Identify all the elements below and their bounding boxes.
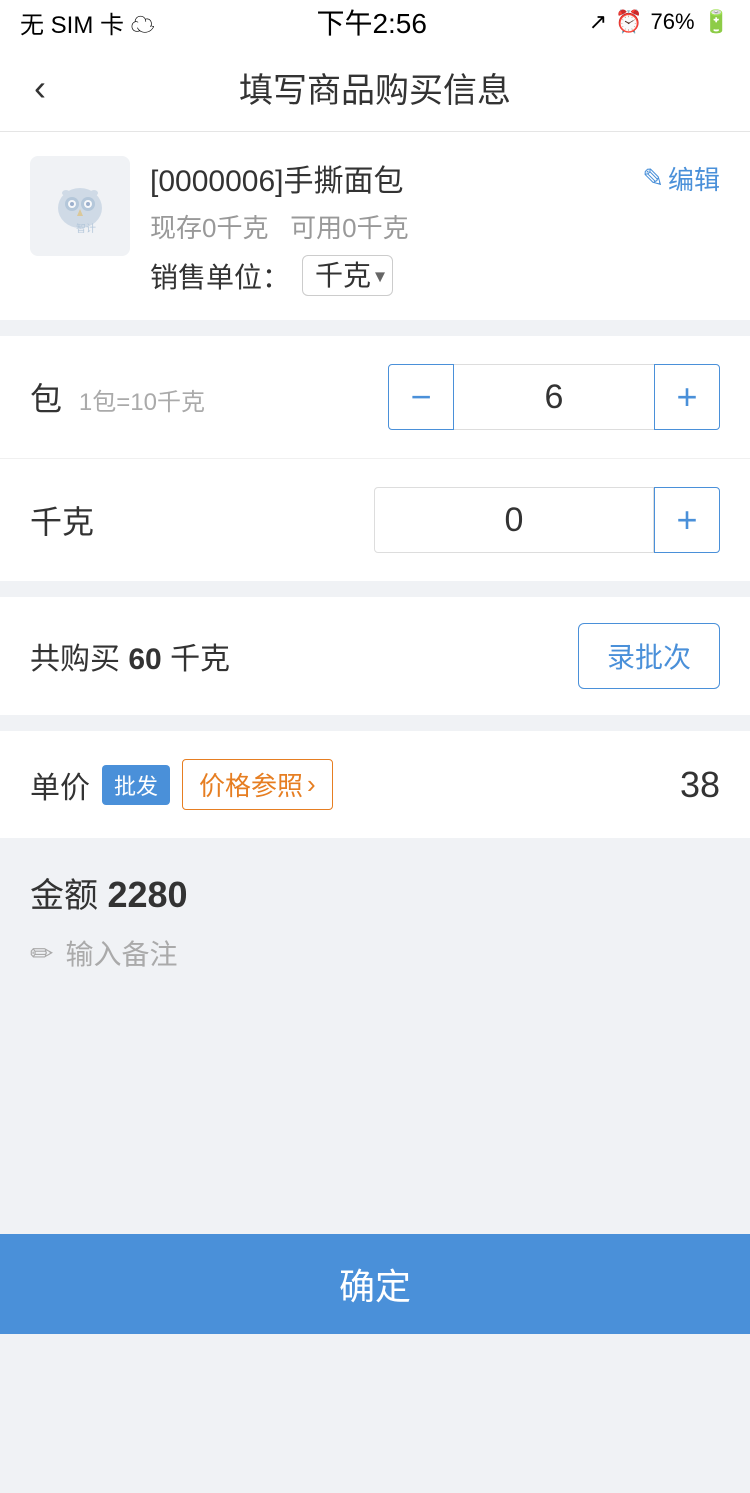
product-stock: 现存0千克 可用0千克: [150, 208, 720, 245]
edit-button[interactable]: ✎ 编辑: [642, 160, 720, 197]
pack-decrease-button[interactable]: −: [388, 364, 454, 430]
kg-row: 千克 +: [0, 459, 750, 581]
alarm-icon: ⏰: [615, 9, 642, 35]
remark-icon: ✏: [30, 937, 53, 970]
price-ref-button[interactable]: 价格参照 ›: [182, 759, 333, 810]
product-info: [0000006]手撕面包 ✎ 编辑 现存0千克 可用0千克 销售单位： 千克: [150, 156, 720, 296]
price-label: 单价: [30, 763, 90, 807]
summary-row: 共购买 60 千克 录批次: [0, 597, 750, 715]
pack-hint: 1包=10千克: [79, 389, 205, 416]
status-bar: 无 SIM 卡 ☁ 下午2:56 ↗ ⏰ 76% 🔋: [0, 0, 750, 44]
unit-label: 销售单位：: [150, 256, 290, 296]
kg-label: 千克: [30, 497, 374, 543]
pack-quantity-input[interactable]: [454, 364, 654, 430]
price-ref-arrow: ›: [307, 769, 316, 800]
status-time: 下午2:56: [316, 2, 427, 42]
product-unit-row: 销售单位： 千克: [150, 255, 720, 296]
battery-level: 76%: [651, 9, 695, 35]
amount-row: 金额 2280: [30, 868, 720, 917]
status-left: 无 SIM 卡 ☁: [20, 5, 155, 40]
page-title: 填写商品购买信息: [239, 63, 511, 112]
kg-quantity-input[interactable]: [374, 487, 654, 553]
product-image: 智计: [30, 156, 130, 256]
edit-icon: ✎: [642, 163, 664, 194]
price-tag: 批发: [102, 765, 170, 805]
summary-unit: 千克: [170, 643, 230, 676]
status-right: ↗ ⏰ 76% 🔋: [589, 9, 730, 35]
summary-text: 共购买 60 千克: [30, 634, 230, 678]
product-card: 智计 [0000006]手撕面包 ✎ 编辑 现存0千克 可用0千克 销售单位： …: [0, 132, 750, 320]
summary-amount: 60: [128, 643, 161, 676]
stock-label: 现存0千克: [150, 213, 268, 243]
nav-bar: ‹ 填写商品购买信息: [0, 44, 750, 132]
pack-increase-button[interactable]: +: [654, 364, 720, 430]
quantity-section: 包 1包=10千克 − + 千克 +: [0, 336, 750, 581]
pack-label: 包 1包=10千克: [30, 374, 388, 420]
product-logo-icon: 智计: [50, 176, 110, 236]
price-ref-label: 价格参照: [199, 766, 303, 803]
summary-prefix: 共购买: [30, 643, 120, 676]
amount-value: 2280: [107, 874, 187, 915]
unit-select-wrapper[interactable]: 千克: [302, 255, 393, 296]
available-label: 可用0千克: [290, 213, 408, 243]
battery-icon: 🔋: [703, 9, 730, 35]
price-value: 38: [680, 764, 720, 806]
pack-row: 包 1包=10千克 − +: [0, 336, 750, 459]
edit-label: 编辑: [668, 160, 720, 197]
amount-section: 金额 2280 ✏ 输入备注: [0, 838, 750, 993]
confirm-button[interactable]: 确定: [0, 1234, 750, 1334]
back-button[interactable]: ‹: [24, 57, 56, 119]
kg-increase-button[interactable]: +: [654, 487, 720, 553]
svg-text:智计: 智计: [76, 222, 96, 235]
unit-select[interactable]: 千克: [302, 255, 393, 296]
remark-row[interactable]: ✏ 输入备注: [30, 933, 720, 973]
product-name-row: [0000006]手撕面包 ✎ 编辑: [150, 156, 720, 200]
price-section: 单价 批发 价格参照 › 38: [0, 731, 750, 838]
sim-status: 无 SIM 卡 ☁: [20, 5, 155, 40]
pack-quantity-control: − +: [388, 364, 720, 430]
location-icon: ↗: [589, 9, 607, 35]
amount-label: 金额: [30, 877, 98, 915]
remark-label: 输入备注: [65, 933, 177, 973]
batch-button[interactable]: 录批次: [578, 623, 720, 689]
product-full-name: [0000006]手撕面包: [150, 156, 403, 200]
kg-quantity-control: +: [374, 487, 720, 553]
